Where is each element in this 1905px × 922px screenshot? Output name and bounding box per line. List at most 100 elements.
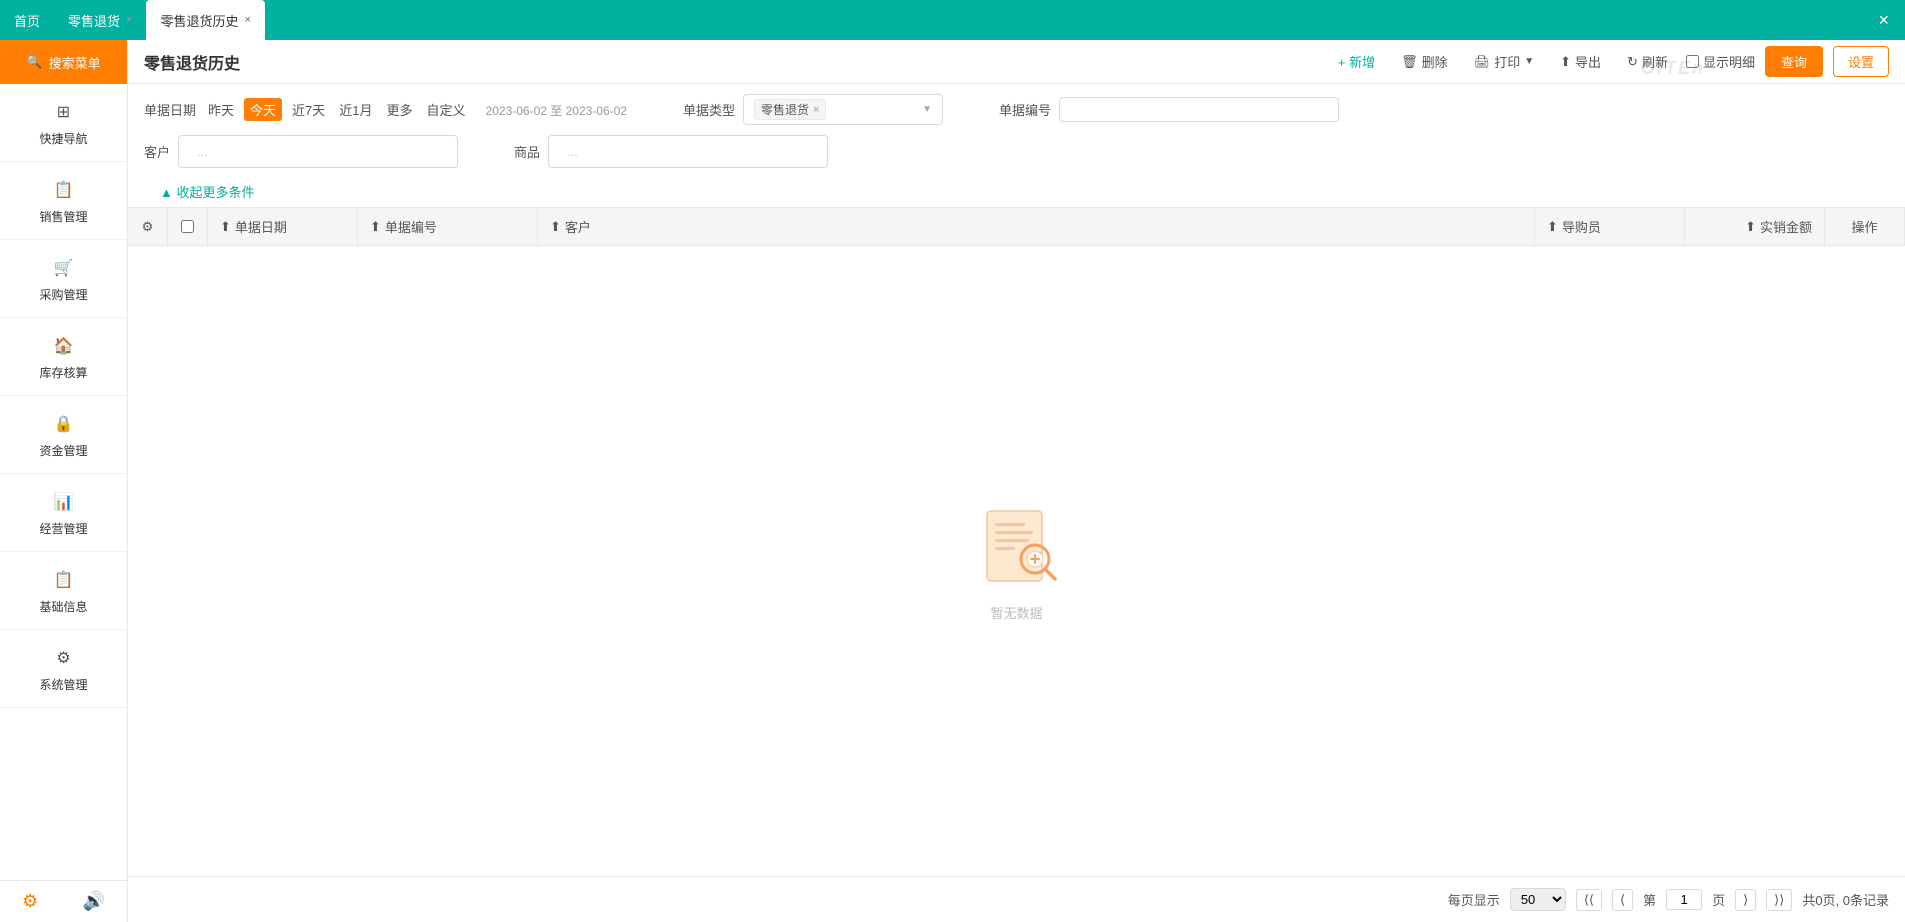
select-all-checkbox[interactable] xyxy=(181,220,194,233)
tab-retail-return-close[interactable]: × xyxy=(126,14,132,26)
doc-code-filter: 单据编号 xyxy=(999,97,1339,122)
sidebar-item-quick-nav[interactable]: ⊞ 快捷导航 xyxy=(0,84,127,162)
operations-icon: 📊 xyxy=(50,488,78,516)
customer-placeholder: ... xyxy=(189,140,216,163)
date-btn-yesterday[interactable]: 昨天 xyxy=(204,98,238,121)
th-date-label: ⬆ xyxy=(220,219,231,235)
page-next-button[interactable]: ⟩ xyxy=(1735,889,1756,911)
print-button[interactable]: 🖨 打印 ▼ xyxy=(1466,48,1542,75)
refresh-button[interactable]: ↻ 刷新 xyxy=(1619,48,1676,75)
sidebar-item-finance[interactable]: 🔒 资金管理 xyxy=(0,396,127,474)
sidebar-item-operations[interactable]: 📊 经营管理 xyxy=(0,474,127,552)
th-customer-sort: ⬆ xyxy=(550,219,561,235)
customer-label: 客户 xyxy=(144,142,170,161)
sidebar-item-sales-mgmt[interactable]: 📋 销售管理 xyxy=(0,162,127,240)
goods-select[interactable]: ... xyxy=(548,135,828,168)
goods-placeholder: ... xyxy=(559,140,586,163)
tab-retail-return-history[interactable]: 零售退货历史 × xyxy=(146,0,264,40)
date-filter: 单据日期 昨天 今天 近7天 近1月 更多 自定义 2023-06-02 至 2… xyxy=(144,98,627,121)
finance-icon: 🔒 xyxy=(50,410,78,438)
th-ops: 操作 xyxy=(1825,208,1905,245)
doc-type-tag: 零售退货 × xyxy=(754,99,826,120)
sidebar-item-inventory[interactable]: 🏠 库存核算 xyxy=(0,318,127,396)
customer-select[interactable]: ... xyxy=(178,135,458,168)
sys-mgmt-icon: ⚙ xyxy=(50,644,78,672)
window-close-button[interactable]: × xyxy=(1878,10,1889,31)
empty-state-icon xyxy=(967,501,1067,591)
filter-row-2: 客户 ... 商品 ... xyxy=(144,135,1889,168)
sidebar-search-button[interactable]: 🔍 搜索菜单 xyxy=(0,40,127,84)
doc-type-tag-close[interactable]: × xyxy=(813,104,819,116)
settings-icon[interactable]: ⚙ xyxy=(22,891,38,912)
doc-type-select[interactable]: 零售退货 × ▼ xyxy=(743,94,943,125)
table-header: ⚙ ⬆ 单据日期 ⬆ 单据编号 ⬆ 客户 ⬆ xyxy=(128,208,1905,246)
doc-code-input[interactable] xyxy=(1059,97,1339,122)
export-button[interactable]: ⬆ 导出 xyxy=(1552,48,1609,75)
th-amount[interactable]: ⬆ 实销金额 xyxy=(1685,208,1825,245)
doc-type-tag-text: 零售退货 xyxy=(761,101,809,118)
sidebar-item-sys-mgmt[interactable]: ⚙ 系统管理 xyxy=(0,630,127,708)
tab-home[interactable]: 首页 xyxy=(0,0,54,40)
date-btn-custom[interactable]: 自定义 xyxy=(423,98,470,121)
page-prev-button[interactable]: ⟨ xyxy=(1612,889,1633,911)
collapse-filter-button[interactable]: ▲ 收起更多条件 xyxy=(144,178,1889,207)
date-btn-1month[interactable]: 近1月 xyxy=(335,98,376,121)
date-btn-7days[interactable]: 近7天 xyxy=(288,98,329,121)
sidebar-item-label: 销售管理 xyxy=(39,208,87,225)
purchase-mgmt-icon: 🛒 xyxy=(50,254,78,282)
th-settings[interactable]: ⚙ xyxy=(128,208,168,245)
page-label: 页 xyxy=(1712,890,1725,909)
th-date-text: 单据日期 xyxy=(235,217,287,236)
th-code[interactable]: ⬆ 单据编号 xyxy=(358,208,538,245)
th-customer-text: 客户 xyxy=(565,217,591,236)
settings-button[interactable]: 设置 xyxy=(1833,46,1889,77)
show-detail-label: 显示明细 xyxy=(1703,52,1755,71)
page-number-input[interactable] xyxy=(1666,889,1702,910)
doc-type-label: 单据类型 xyxy=(683,100,735,119)
page-title: 零售退货历史 xyxy=(144,50,1330,74)
page-label-prefix: 第 xyxy=(1643,890,1656,909)
page-size-label: 每页显示 xyxy=(1448,890,1500,909)
show-detail-checkbox[interactable] xyxy=(1686,55,1699,68)
sidebar-item-label: 资金管理 xyxy=(39,442,87,459)
sidebar-item-label: 采购管理 xyxy=(39,286,87,303)
main-layout: 🔍 搜索菜单 ⊞ 快捷导航 📋 销售管理 🛒 采购管理 🏠 库存核算 🔒 资金管… xyxy=(0,40,1905,922)
th-guide-sort: ⬆ xyxy=(1547,219,1558,235)
sidebar-search-label: 搜索菜单 xyxy=(49,53,101,72)
doc-type-filter: 单据类型 零售退货 × ▼ xyxy=(683,94,943,125)
th-guide[interactable]: ⬆ 导购员 xyxy=(1535,208,1685,245)
tab-retail-return-history-close[interactable]: × xyxy=(244,14,250,26)
print-dropdown-icon: ▼ xyxy=(1524,56,1534,67)
sidebar-item-purchase-mgmt[interactable]: 🛒 采购管理 xyxy=(0,240,127,318)
settings-col-icon: ⚙ xyxy=(142,219,154,235)
page-last-button[interactable]: ⟩⟩ xyxy=(1766,889,1792,911)
sidebar-item-base-info[interactable]: 📋 基础信息 xyxy=(0,552,127,630)
date-btn-today[interactable]: 今天 xyxy=(244,98,282,121)
header-actions: + 新增 🗑 删除 🖨 打印 ▼ ⬆ 导出 ↻ 刷新 xyxy=(1330,46,1889,77)
volume-icon[interactable]: 🔊 xyxy=(82,891,104,912)
filter-row-1: 单据日期 昨天 今天 近7天 近1月 更多 自定义 2023-06-02 至 2… xyxy=(144,94,1889,125)
th-code-sort: ⬆ xyxy=(370,219,381,235)
th-customer[interactable]: ⬆ 客户 xyxy=(538,208,1535,245)
date-btn-more[interactable]: 更多 xyxy=(383,98,417,121)
query-button[interactable]: 查询 xyxy=(1765,46,1823,77)
delete-button[interactable]: 🗑 删除 xyxy=(1393,48,1456,75)
table-area: ⚙ ⬆ 单据日期 ⬆ 单据编号 ⬆ 客户 ⬆ xyxy=(128,208,1905,876)
new-button[interactable]: + 新增 xyxy=(1330,48,1383,75)
th-amount-text: 实销金额 xyxy=(1760,217,1812,236)
export-icon: ⬆ xyxy=(1560,54,1571,70)
page-size-select[interactable]: 50 100 200 xyxy=(1510,888,1566,911)
tab-retail-return[interactable]: 零售退货 × xyxy=(54,0,146,40)
th-guide-text: 导购员 xyxy=(1562,217,1601,236)
date-buttons: 昨天 今天 近7天 近1月 更多 自定义 xyxy=(204,98,470,121)
refresh-icon: ↻ xyxy=(1627,54,1638,70)
page-first-button[interactable]: ⟨⟨ xyxy=(1576,889,1602,911)
th-ops-text: 操作 xyxy=(1851,217,1877,236)
sidebar-item-label: 经营管理 xyxy=(39,520,87,537)
th-checkbox[interactable] xyxy=(168,208,208,245)
show-detail-checkbox-label[interactable]: 显示明细 xyxy=(1686,52,1755,71)
doc-code-label: 单据编号 xyxy=(999,100,1051,119)
customer-filter: 客户 ... xyxy=(144,135,458,168)
th-date[interactable]: ⬆ 单据日期 xyxy=(208,208,358,245)
sidebar-item-label: 系统管理 xyxy=(39,676,87,693)
